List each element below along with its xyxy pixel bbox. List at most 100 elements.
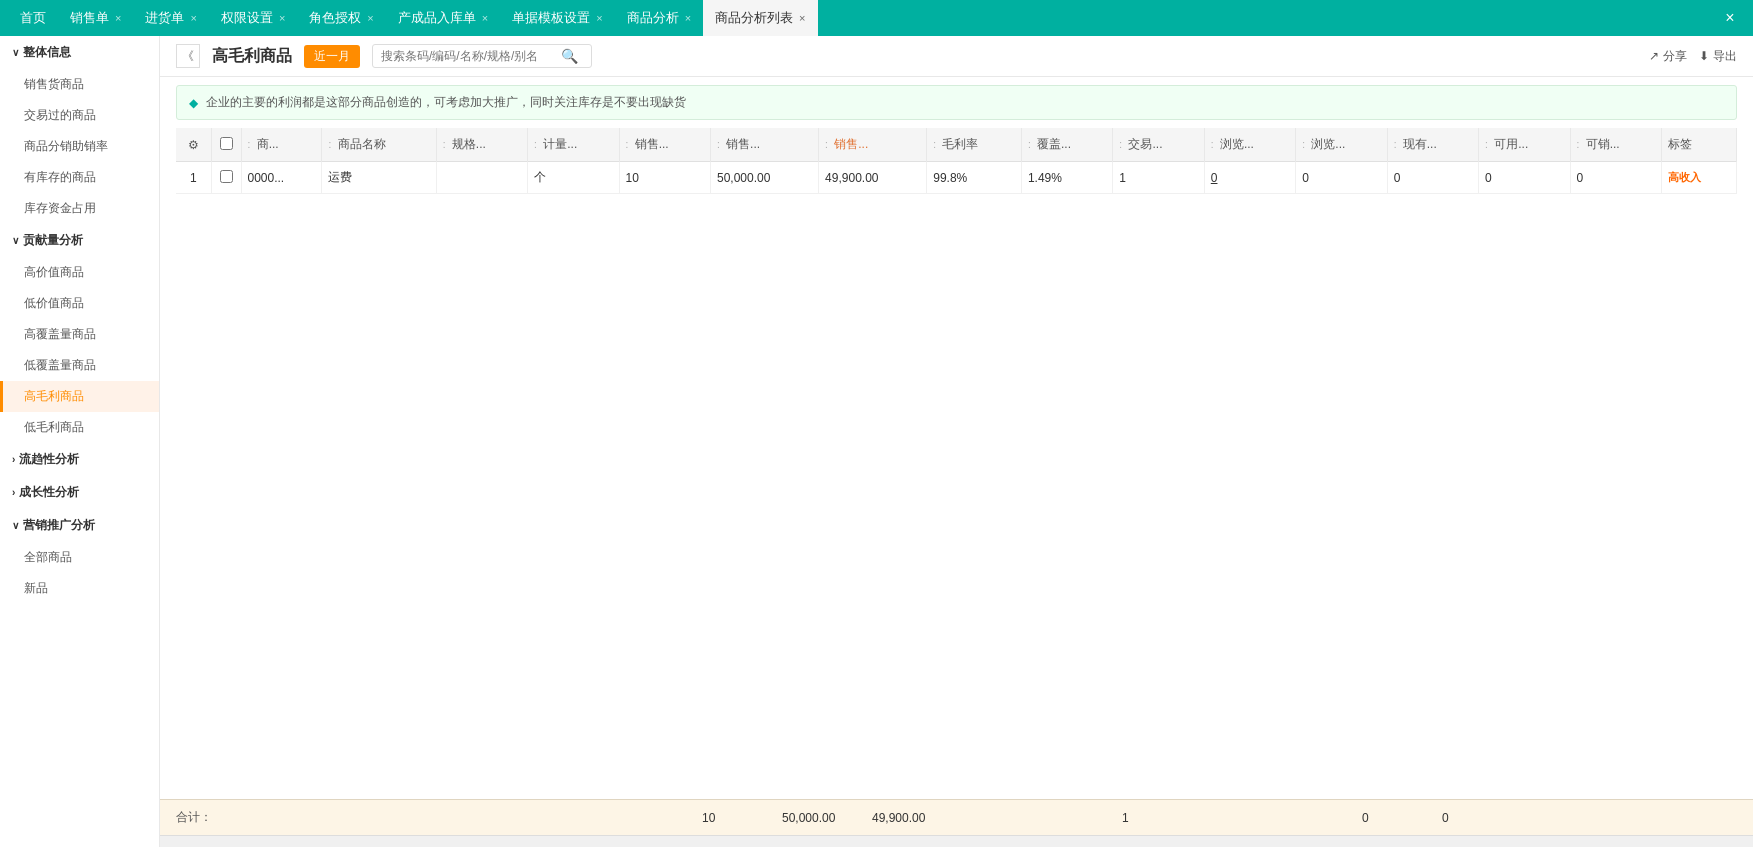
chevron-right-icon: › <box>12 454 15 465</box>
col-header-stock: : 现有... <box>1387 128 1478 162</box>
col-header-coverage: : 覆盖... <box>1021 128 1112 162</box>
row-code: 0000... <box>241 162 322 194</box>
col-header-spec: : 规格... <box>436 128 527 162</box>
col-sort-icon[interactable]: : <box>717 139 720 150</box>
close-icon[interactable]: × <box>596 12 602 24</box>
sidebar-item-high-value[interactable]: 高价值商品 <box>0 257 159 288</box>
col-sort-icon[interactable]: : <box>1394 139 1397 150</box>
row-unit: 个 <box>528 162 619 194</box>
row-sellable: 0 <box>1570 162 1661 194</box>
horizontal-scrollbar[interactable] <box>160 835 1753 847</box>
row-gross-margin: 99.8% <box>927 162 1022 194</box>
sidebar-item-stocked-goods[interactable]: 有库存的商品 <box>0 162 159 193</box>
close-icon[interactable]: × <box>279 12 285 24</box>
sidebar-item-sales-goods[interactable]: 销售货商品 <box>0 69 159 100</box>
sidebar-group-contribution[interactable]: ∨ 贡献量分析 <box>0 224 159 257</box>
nav-item-purchase[interactable]: 进货单 × <box>133 0 208 36</box>
close-icon[interactable]: × <box>190 12 196 24</box>
col-header-tag: 标签 <box>1661 128 1736 162</box>
col-sort-icon[interactable]: : <box>626 139 629 150</box>
time-filter-button[interactable]: 近一月 <box>304 45 360 68</box>
col-sort-icon[interactable]: : <box>1485 139 1488 150</box>
chevron-down-icon: ∨ <box>12 235 19 246</box>
sidebar-group-growth[interactable]: › 成长性分析 <box>0 476 159 509</box>
sidebar-item-traded-goods[interactable]: 交易过的商品 <box>0 100 159 131</box>
share-button[interactable]: ↗ 分享 <box>1649 48 1687 65</box>
row-name: 运费 <box>322 162 436 194</box>
row-checkbox-cell <box>211 162 241 194</box>
sidebar-item-high-coverage[interactable]: 高覆盖量商品 <box>0 319 159 350</box>
sidebar-item-low-value[interactable]: 低价值商品 <box>0 288 159 319</box>
footer-sales-amt: 50,000.00 <box>776 811 866 825</box>
export-button[interactable]: ⬇ 导出 <box>1699 48 1737 65</box>
nav-item-template[interactable]: 单据模板设置 × <box>500 0 614 36</box>
sidebar-group-overview[interactable]: ∨ 整体信息 <box>0 36 159 69</box>
footer-coverage <box>1036 811 1116 825</box>
nav-item-product-in[interactable]: 产成品入库单 × <box>386 0 500 36</box>
info-icon: ◆ <box>189 96 198 110</box>
sidebar-item-low-coverage[interactable]: 低覆盖量商品 <box>0 350 159 381</box>
close-icon[interactable]: × <box>799 12 805 24</box>
sidebar-item-distribution-rate[interactable]: 商品分销助销率 <box>0 131 159 162</box>
footer-sales-qty: 10 <box>696 811 776 825</box>
row-num: 1 <box>176 162 211 194</box>
footer-num <box>256 811 336 825</box>
sidebar-group-marketing[interactable]: ∨ 营销推广分析 <box>0 509 159 542</box>
col-header-code: : 商... <box>241 128 322 162</box>
nav-item-role[interactable]: 角色授权 × <box>297 0 385 36</box>
close-icon[interactable]: × <box>685 12 691 24</box>
row-checkbox[interactable] <box>220 170 233 183</box>
nav-item-analysis-list[interactable]: 商品分析列表 × <box>703 0 817 36</box>
sidebar-group-trend[interactable]: › 流趋性分析 <box>0 443 159 476</box>
row-sales-qty: 10 <box>619 162 710 194</box>
export-icon: ⬇ <box>1699 49 1709 63</box>
settings-icon: ⚙ <box>188 138 199 152</box>
nav-item-permission[interactable]: 权限设置 × <box>209 0 297 36</box>
nav-item-sales[interactable]: 销售单 × <box>58 0 133 36</box>
col-header-trade: : 交易... <box>1113 128 1204 162</box>
header-actions: ↗ 分享 ⬇ 导出 <box>1649 48 1737 65</box>
data-table: ⚙ : 商... : 商品名称 <box>176 128 1737 194</box>
col-sort-icon[interactable]: : <box>248 139 251 150</box>
col-sort-icon[interactable]: : <box>825 139 828 150</box>
sidebar-item-high-margin[interactable]: 高毛利商品 <box>0 381 159 412</box>
footer-code <box>336 811 416 825</box>
select-all-checkbox[interactable] <box>220 137 233 150</box>
col-sort-icon[interactable]: : <box>1302 139 1305 150</box>
collapse-sidebar-button[interactable]: 《 <box>176 44 200 68</box>
row-browse1[interactable]: 0 <box>1204 162 1295 194</box>
sidebar-item-low-margin[interactable]: 低毛利商品 <box>0 412 159 443</box>
top-nav: 首页 销售单 × 进货单 × 权限设置 × 角色授权 × 产成品入库单 × 单据… <box>0 0 1753 36</box>
footer-unit <box>616 811 696 825</box>
search-box: 🔍 <box>372 44 592 68</box>
search-icon[interactable]: 🔍 <box>561 48 578 64</box>
col-sort-icon[interactable]: : <box>1211 139 1214 150</box>
col-sort-icon[interactable]: : <box>1119 139 1122 150</box>
sidebar-item-stock-capital[interactable]: 库存资金占用 <box>0 193 159 224</box>
col-sort-icon[interactable]: : <box>1028 139 1031 150</box>
close-icon[interactable]: × <box>482 12 488 24</box>
col-sort-icon[interactable]: : <box>1577 139 1580 150</box>
col-sort-icon[interactable]: : <box>534 139 537 150</box>
chevron-down-icon: ∨ <box>12 47 19 58</box>
close-icon[interactable]: × <box>115 12 121 24</box>
footer-browse1 <box>1196 811 1276 825</box>
footer-sales-cost: 49,900.00 <box>866 811 956 825</box>
row-sales-amt: 50,000.00 <box>710 162 818 194</box>
content-area: 《 高毛利商品 近一月 🔍 ↗ 分享 ⬇ 导出 ◆ 企业的主要的利润都是这部 <box>160 36 1753 847</box>
sidebar-item-all-goods[interactable]: 全部商品 <box>0 542 159 573</box>
close-icon[interactable]: × <box>367 12 373 24</box>
col-sort-icon[interactable]: : <box>933 139 936 150</box>
sidebar-item-new-goods[interactable]: 新品 <box>0 573 159 604</box>
footer-gross-margin <box>956 811 1036 825</box>
table-container: ⚙ : 商... : 商品名称 <box>176 128 1737 799</box>
col-header-settings[interactable]: ⚙ <box>176 128 211 162</box>
nav-item-home[interactable]: 首页 <box>8 0 58 36</box>
search-input[interactable] <box>381 49 561 63</box>
col-header-checkbox <box>211 128 241 162</box>
window-close-button[interactable]: × <box>1715 0 1745 36</box>
col-sort-icon[interactable]: : <box>443 139 446 150</box>
nav-item-analysis[interactable]: 商品分析 × <box>615 0 703 36</box>
col-sort-icon[interactable]: : <box>328 139 331 150</box>
row-spec <box>436 162 527 194</box>
